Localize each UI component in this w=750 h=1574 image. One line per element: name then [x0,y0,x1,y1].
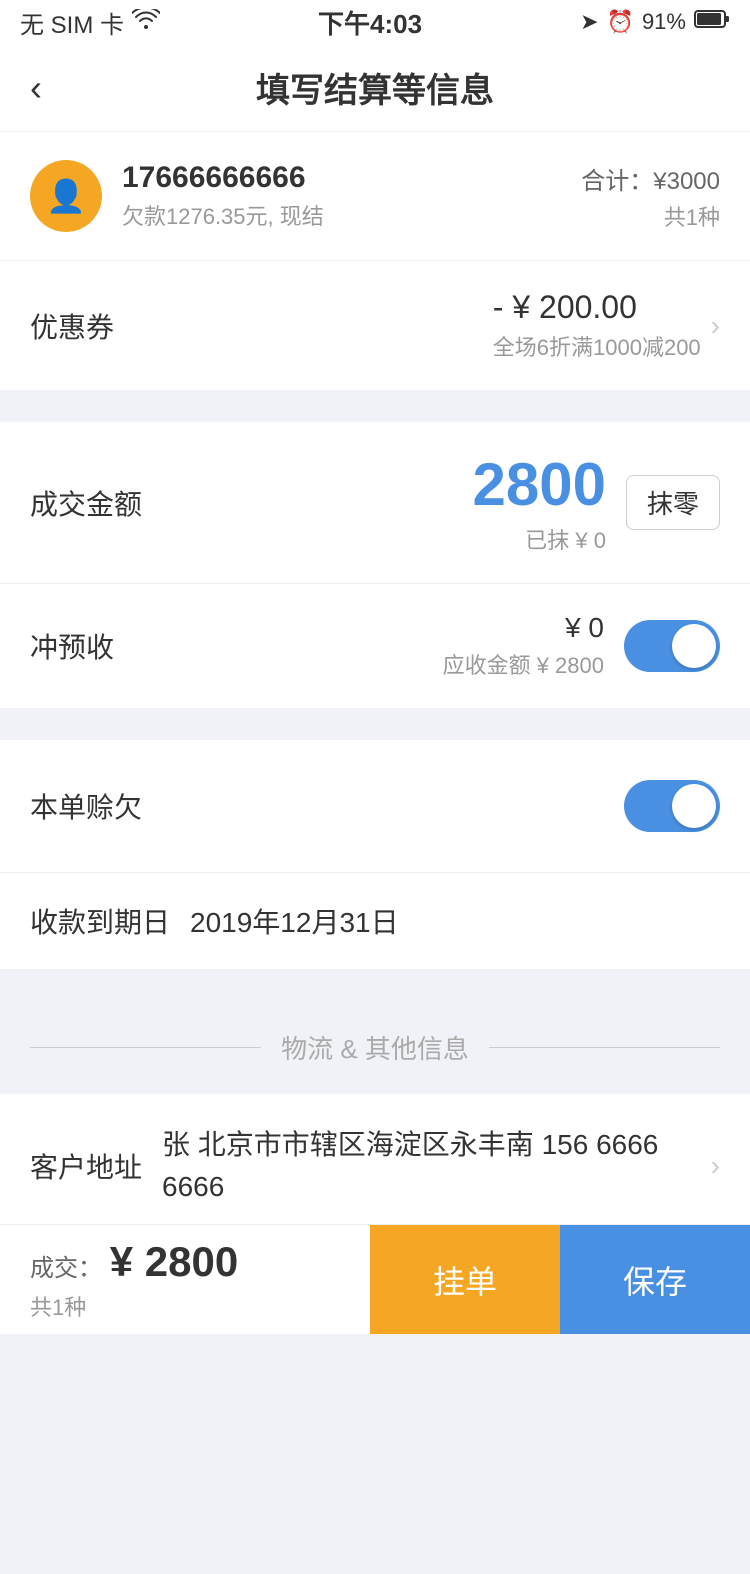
total-amount: ¥3000 [653,168,720,195]
address-row[interactable]: 客户地址 张 北京市市辖区海淀区永丰南 156 6666 6666 › [0,1094,750,1238]
phone-number: 17666666666 [122,161,324,195]
nav-bar: ‹ 填写结算等信息 [0,44,750,132]
due-date-value: 2019年12月31日 [190,901,399,941]
footer-deal-row: 成交： ¥ 2800 [30,1238,340,1286]
prepay-sub: 应收金额 ¥ 2800 [443,648,604,680]
time-label: 下午4:03 [318,4,422,41]
coupon-row[interactable]: 优惠券 - ¥ 200.00 全场6折满1000减200 › [0,260,750,390]
user-left: 👤 17666666666 欠款1276.35元, 现结 [30,160,324,232]
battery-icon [694,9,730,35]
deal-sub: 已抹 ¥ 0 [473,523,606,555]
location-icon: ➤ [580,9,598,35]
deal-row: 成交金额 2800 已抹 ¥ 0 抹零 [0,422,750,583]
page-title: 填写结算等信息 [256,63,494,112]
debt-card: 本单赊欠 收款到期日 2019年12月31日 [0,740,750,969]
logistics-line-right [489,1047,720,1048]
address-value: 张 北京市市辖区海淀区永丰南 156 6666 6666 [162,1124,711,1208]
avatar: 👤 [30,160,102,232]
total-label: 合计：¥3000 [581,161,720,196]
battery-label: 91% [642,9,686,35]
logistics-label: 物流 & 其他信息 [281,1029,469,1066]
total-count: 共1种 [581,200,720,232]
coupon-chevron: › [711,310,720,342]
deal-right: 2800 已抹 ¥ 0 抹零 [473,450,721,555]
logistics-line-left [30,1047,261,1048]
prepay-row: 冲预收 ¥ 0 应收金额 ¥ 2800 [0,583,750,708]
carrier-label: 无 SIM 卡 [20,5,124,40]
prepay-label: 冲预收 [30,626,114,666]
status-left: 无 SIM 卡 [20,5,160,40]
address-label: 客户地址 [30,1146,142,1186]
alarm-icon: ⏰ [607,9,634,35]
deal-card: 成交金额 2800 已抹 ¥ 0 抹零 冲预收 ¥ 0 应收金额 ¥ 2800 [0,422,750,708]
due-date-label: 收款到期日 [30,901,170,941]
coupon-desc: 全场6折满1000减200 [493,330,701,362]
coupon-right: - ¥ 200.00 全场6折满1000减200 › [493,289,720,362]
coupon-label: 优惠券 [30,306,114,346]
debt-row: 本单赊欠 [0,740,750,872]
coupon-discount: - ¥ 200.00 [493,289,701,326]
debt-info: 欠款1276.35元, 现结 [122,199,324,231]
user-row: 👤 17666666666 欠款1276.35元, 现结 合计：¥3000 共1… [0,132,750,260]
debt-label: 本单赊欠 [30,786,142,826]
prepay-toggle[interactable] [624,620,720,672]
footer-amount: ¥ 2800 [110,1238,238,1285]
logistics-header: 物流 & 其他信息 [0,1001,750,1094]
footer-bar: 成交： ¥ 2800 共1种 挂单 保存 [0,1224,750,1334]
content: 👤 17666666666 欠款1276.35元, 现结 合计：¥3000 共1… [0,132,750,1574]
section-divider-3 [0,985,750,1001]
save-button[interactable]: 保存 [560,1225,750,1334]
wifi-icon [132,8,160,36]
footer-info: 成交： ¥ 2800 共1种 [0,1238,370,1322]
due-row: 收款到期日 2019年12月31日 [0,872,750,969]
deal-label: 成交金额 [30,483,142,523]
section-divider-1 [0,406,750,422]
prepay-amount-block: ¥ 0 应收金额 ¥ 2800 [443,612,604,680]
prepay-amount: ¥ 0 [443,612,604,644]
back-button[interactable]: ‹ [20,57,52,119]
status-right: ➤ ⏰ 91% [580,9,730,35]
address-chevron: › [711,1150,720,1182]
footer-buttons: 挂单 保存 [370,1225,750,1334]
round-button[interactable]: 抹零 [626,475,720,530]
prepay-right: ¥ 0 应收金额 ¥ 2800 [443,612,720,680]
footer-count: 共1种 [30,1290,340,1322]
user-info-text: 17666666666 欠款1276.35元, 现结 [122,161,324,231]
section-divider-2 [0,724,750,740]
toggle-knob [672,624,716,668]
deal-amount: 2800 [473,450,606,519]
avatar-icon: 👤 [46,177,86,215]
user-info-card: 👤 17666666666 欠款1276.35元, 现结 合计：¥3000 共1… [0,132,750,390]
debt-toggle[interactable] [624,780,720,832]
address-card: 客户地址 张 北京市市辖区海淀区永丰南 156 6666 6666 › [0,1094,750,1238]
user-right: 合计：¥3000 共1种 [581,161,720,232]
footer-deal-label: 成交： [30,1255,102,1282]
status-bar: 无 SIM 卡 下午4:03 ➤ ⏰ 91% [0,0,750,44]
debt-toggle-knob [672,784,716,828]
pending-button[interactable]: 挂单 [370,1225,560,1334]
